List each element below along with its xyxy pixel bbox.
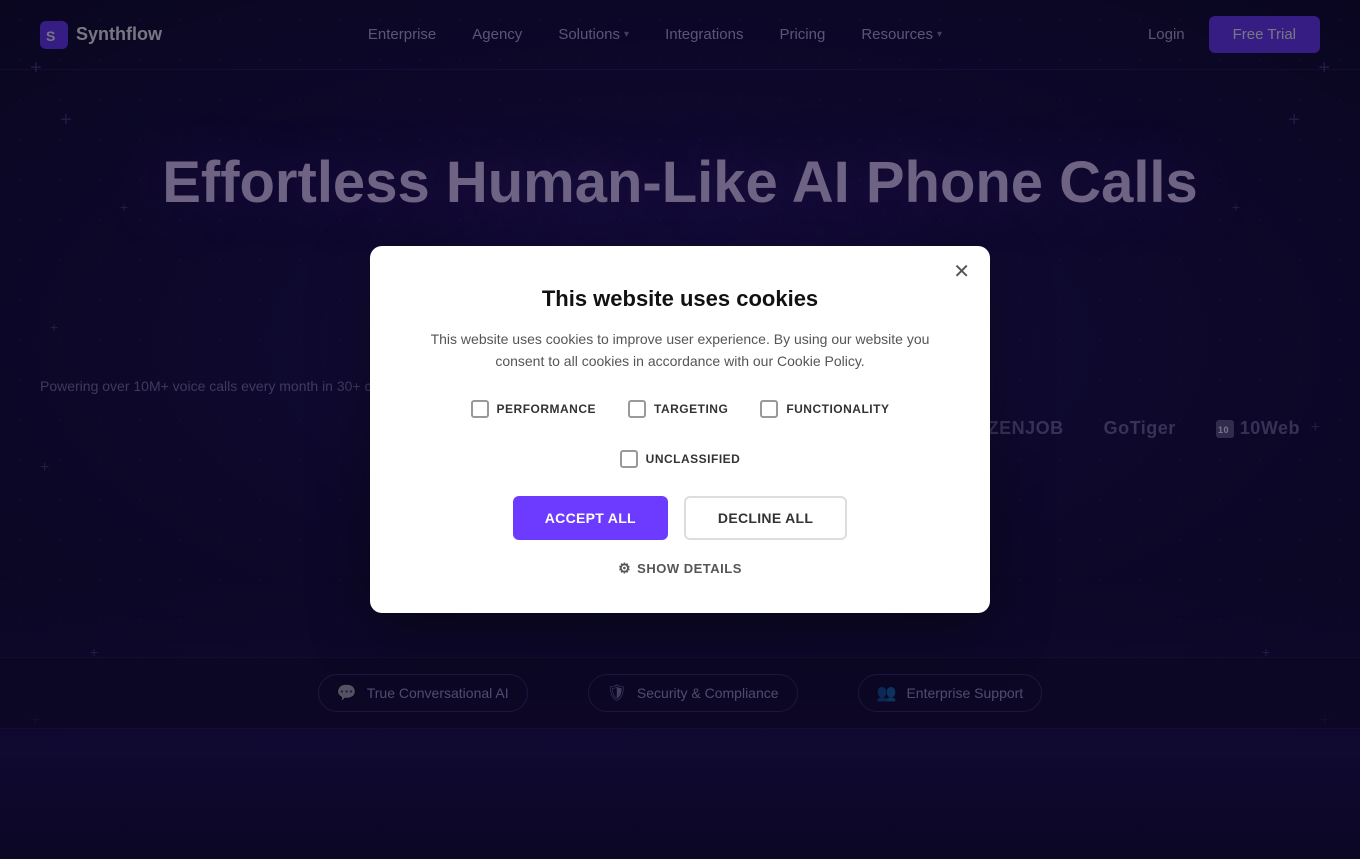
cookie-modal-description: This website uses cookies to improve use… [418,328,942,373]
cookie-option-targeting[interactable]: TARGETING [628,400,728,418]
cookie-option-performance[interactable]: PERFORMANCE [471,400,597,418]
cookie-close-button[interactable]: ✕ [953,262,970,282]
cookie-option-unclassified[interactable]: UNCLASSIFIED [620,450,741,468]
accept-all-button[interactable]: ACCEPT ALL [513,496,668,540]
cookie-options: PERFORMANCE TARGETING FUNCTIONALITY UNCL… [418,400,942,468]
functionality-checkbox[interactable] [760,400,778,418]
show-details-button[interactable]: ⚙ SHOW DETAILS [418,560,942,577]
unclassified-checkbox[interactable] [620,450,638,468]
targeting-checkbox[interactable] [628,400,646,418]
performance-checkbox[interactable] [471,400,489,418]
decline-all-button[interactable]: DECLINE ALL [684,496,847,540]
cookie-option-functionality[interactable]: FUNCTIONALITY [760,400,889,418]
cookie-action-buttons: ACCEPT ALL DECLINE ALL [418,496,942,540]
cookie-modal: ✕ This website uses cookies This website… [370,246,990,614]
cookie-modal-title: This website uses cookies [418,286,942,312]
gear-icon: ⚙ [618,560,631,577]
cookie-modal-overlay[interactable]: ✕ This website uses cookies This website… [0,0,1360,859]
